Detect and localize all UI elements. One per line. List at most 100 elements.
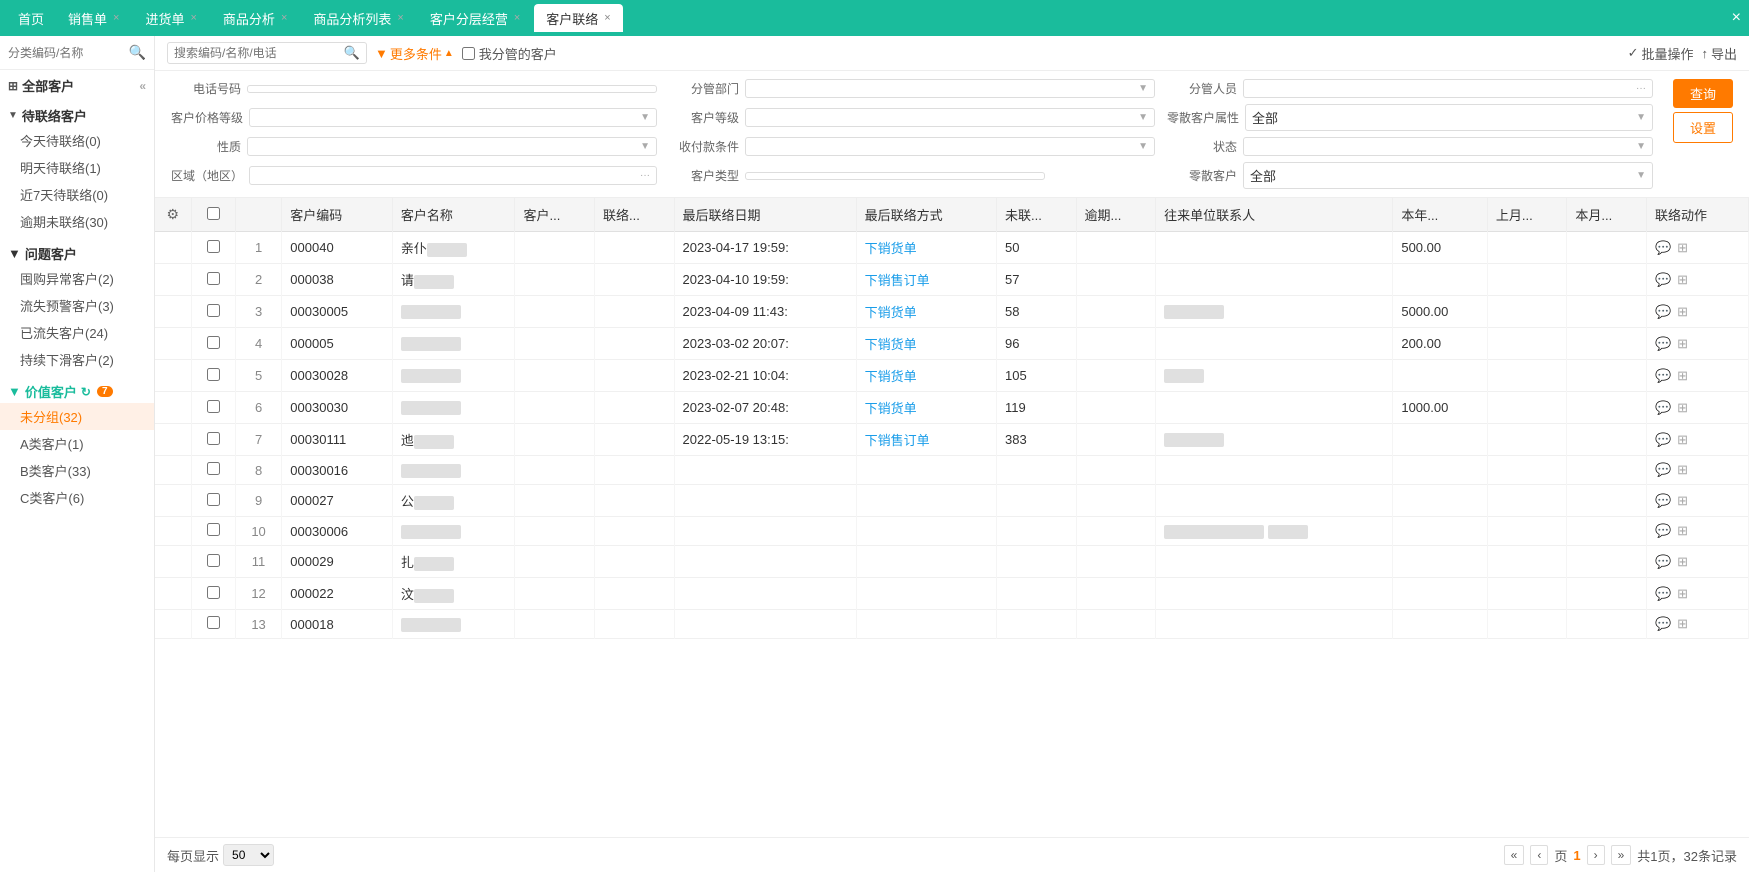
sidebar-item-class-b[interactable]: B类客户(33) <box>0 457 154 484</box>
grid-action-icon[interactable]: ⊞ <box>1677 304 1688 320</box>
row-checkbox-cell[interactable] <box>191 392 235 424</box>
type-col-header[interactable]: 客户... <box>515 198 595 232</box>
tab-customer-contact[interactable]: 客户联络 × <box>534 4 622 32</box>
row-checkbox[interactable] <box>207 462 220 475</box>
row-checkbox-cell[interactable] <box>191 578 235 610</box>
reset-button[interactable]: 设置 <box>1673 112 1733 143</box>
tab-customer-segment[interactable]: 客户分层经营 × <box>418 4 532 32</box>
row-checkbox-cell[interactable] <box>191 264 235 296</box>
sidebar-item-churn-warning[interactable]: 流失预警客户(3) <box>0 292 154 319</box>
grid-action-icon[interactable]: ⊞ <box>1677 400 1688 416</box>
filter-search-input[interactable] <box>174 46 340 60</box>
row-checkbox[interactable] <box>207 368 220 381</box>
last-contact-method-link[interactable]: 下销售订单 <box>865 433 930 448</box>
prev-page-button[interactable]: ‹ <box>1530 845 1548 865</box>
sidebar-all-customers[interactable]: ⊞ 全部客户 « <box>0 70 154 101</box>
chat-icon[interactable]: 💬 <box>1655 432 1671 448</box>
tab-product-analysis[interactable]: 商品分析 × <box>211 4 299 32</box>
row-checkbox-cell[interactable] <box>191 485 235 517</box>
sidebar-item-7days-pending[interactable]: 近7天待联络(0) <box>0 181 154 208</box>
settings-icon[interactable]: ⚙ <box>166 206 179 222</box>
grid-action-icon[interactable]: ⊞ <box>1677 616 1688 632</box>
sidebar-problem-group[interactable]: ▼ 问题客户 <box>0 239 154 265</box>
row-checkbox[interactable] <box>207 586 220 599</box>
grid-action-icon[interactable]: ⊞ <box>1677 336 1688 352</box>
status-input[interactable]: ▼ <box>1243 137 1653 156</box>
sidebar-item-ungrouped[interactable]: 未分组(32) <box>0 403 154 430</box>
last-contact-method-link[interactable]: 下销货单 <box>865 337 917 352</box>
this-year-col-header[interactable]: 本年... <box>1393 198 1488 232</box>
last-contact-method-link[interactable]: 下销货单 <box>865 401 917 416</box>
row-checkbox[interactable] <box>207 400 220 413</box>
gender-input[interactable]: ▼ <box>247 137 657 156</box>
close-product-analysis-list-tab[interactable]: × <box>397 12 403 24</box>
last-month-col-header[interactable]: 上月... <box>1487 198 1567 232</box>
chat-icon[interactable]: 💬 <box>1655 554 1671 570</box>
contact-col-header[interactable]: 联络... <box>595 198 675 232</box>
grid-action-icon[interactable]: ⊞ <box>1677 240 1688 256</box>
last-contact-method-col-header[interactable]: 最后联络方式 <box>856 198 996 232</box>
sidebar-item-declining[interactable]: 持续下滑客户(2) <box>0 346 154 373</box>
sidebar-item-tomorrow-pending[interactable]: 明天待联络(1) <box>0 154 154 181</box>
row-checkbox[interactable] <box>207 336 220 349</box>
more-conditions-button[interactable]: ▼ 更多条件 ▲ <box>375 44 454 63</box>
sidebar-pending-group[interactable]: ▼ 待联络客户 <box>0 101 154 127</box>
my-customers-checkbox[interactable]: 我分管的客户 <box>462 44 557 63</box>
phone-input[interactable] <box>247 85 657 93</box>
first-page-button[interactable]: « <box>1504 845 1525 865</box>
grid-action-icon[interactable]: ⊞ <box>1677 272 1688 288</box>
price-level-input[interactable]: ▼ <box>249 108 657 127</box>
sidebar-item-overdue-pending[interactable]: 逾期未联络(30) <box>0 208 154 235</box>
sidebar-item-class-a[interactable]: A类客户(1) <box>0 430 154 457</box>
tab-purchase[interactable]: 进货单 × <box>133 4 208 32</box>
filter-search-icon[interactable]: 🔍 <box>344 45 360 61</box>
overdue-col-header[interactable]: 逾期... <box>1076 198 1156 232</box>
row-checkbox-cell[interactable] <box>191 232 235 264</box>
close-customer-segment-tab[interactable]: × <box>514 12 520 24</box>
sidebar-search-icon[interactable]: 🔍 <box>129 44 146 61</box>
tab-sales[interactable]: 销售单 × <box>56 4 131 32</box>
no-contact-col-header[interactable]: 未联... <box>997 198 1077 232</box>
last-page-button[interactable]: » <box>1611 845 1632 865</box>
query-button[interactable]: 查询 <box>1673 79 1733 108</box>
row-checkbox-cell[interactable] <box>191 610 235 639</box>
last-contact-method-link[interactable]: 下销货单 <box>865 241 917 256</box>
row-checkbox[interactable] <box>207 523 220 536</box>
checkbox-col-header[interactable] <box>191 198 235 232</box>
row-checkbox-cell[interactable] <box>191 456 235 485</box>
settings-col-header[interactable]: ⚙ <box>155 198 191 232</box>
chat-icon[interactable]: 💬 <box>1655 400 1671 416</box>
chat-icon[interactable]: 💬 <box>1655 304 1671 320</box>
last-contact-method-link[interactable]: 下销售订单 <box>865 273 930 288</box>
row-checkbox-cell[interactable] <box>191 517 235 546</box>
row-checkbox-cell[interactable] <box>191 424 235 456</box>
retail-customer-input[interactable]: 全部 ▼ <box>1243 162 1653 189</box>
row-last-contact-method[interactable]: 下销货单 <box>856 328 996 360</box>
sidebar-item-class-c[interactable]: C类客户(6) <box>0 484 154 511</box>
row-checkbox-cell[interactable] <box>191 328 235 360</box>
manager-input[interactable]: ··· <box>1243 79 1653 98</box>
grid-action-icon[interactable]: ⊞ <box>1677 432 1688 448</box>
chat-icon[interactable]: 💬 <box>1655 336 1671 352</box>
customer-level-input[interactable]: ▼ <box>745 108 1155 127</box>
chat-icon[interactable]: 💬 <box>1655 616 1671 632</box>
row-checkbox[interactable] <box>207 432 220 445</box>
close-customer-contact-tab[interactable]: × <box>604 12 610 24</box>
sidebar-value-group[interactable]: ▼ 价值客户 ↻ 7 <box>0 377 154 403</box>
close-product-analysis-tab[interactable]: × <box>281 12 287 24</box>
payment-input[interactable]: ▼ <box>745 137 1155 156</box>
per-page-select[interactable]: 50 20 100 <box>223 844 274 866</box>
sidebar-item-churned[interactable]: 已流失客户(24) <box>0 319 154 346</box>
chat-icon[interactable]: 💬 <box>1655 523 1671 539</box>
select-all-checkbox[interactable] <box>207 207 220 220</box>
row-checkbox-cell[interactable] <box>191 360 235 392</box>
name-col-header[interactable]: 客户名称 <box>392 198 515 232</box>
row-checkbox-cell[interactable] <box>191 546 235 578</box>
grid-action-icon[interactable]: ⊞ <box>1677 493 1688 509</box>
row-last-contact-method[interactable]: 下销货单 <box>856 232 996 264</box>
row-checkbox[interactable] <box>207 304 220 317</box>
chat-icon[interactable]: 💬 <box>1655 368 1671 384</box>
row-checkbox[interactable] <box>207 272 220 285</box>
row-checkbox[interactable] <box>207 616 220 629</box>
last-contact-method-link[interactable]: 下销货单 <box>865 305 917 320</box>
